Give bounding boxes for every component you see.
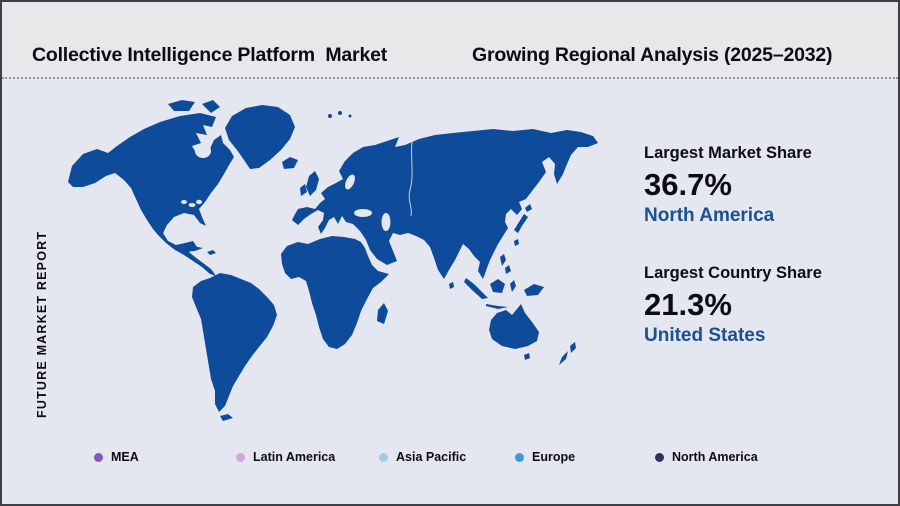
arctic-islands [168, 100, 220, 113]
new-guinea [524, 284, 544, 296]
world-map-svg [68, 100, 598, 421]
legend-dot [94, 452, 103, 462]
report-figure: Collective Intelligence Platform Market … [0, 0, 900, 506]
sulawesi [510, 280, 516, 292]
dotted-divider [2, 77, 898, 79]
australia [489, 304, 539, 349]
continent-south-america [192, 273, 277, 412]
page-subtitle: Growing Regional Analysis (2025–2032) [472, 44, 833, 66]
sri-lanka [449, 282, 454, 289]
svalbard [338, 111, 342, 115]
black-sea [354, 209, 372, 217]
java [486, 304, 508, 309]
iceland [282, 157, 298, 169]
stat-value: 36.7% [644, 167, 732, 202]
legend-item-latin-america: Latin America [236, 450, 335, 464]
borneo [490, 279, 505, 293]
legend-dot [515, 452, 524, 462]
caspian-sea [381, 213, 391, 231]
taiwan [514, 239, 519, 246]
great-lake [181, 200, 187, 204]
legend-label: MEA [111, 450, 139, 464]
legend-item-europe: Europe [515, 450, 575, 464]
legend-item-mea: MEA [94, 450, 139, 464]
sumatra [464, 278, 488, 299]
stat-label: Largest Country Share [644, 264, 822, 282]
svalbard [328, 114, 332, 118]
legend-label: Latin America [253, 450, 336, 464]
legend-dot [236, 452, 245, 462]
hudson-bay [195, 144, 211, 158]
legend-dot [379, 452, 388, 462]
stat-region: United States [644, 324, 766, 346]
stat-label: Largest Market Share [644, 144, 812, 162]
stat-value: 21.3% [644, 287, 732, 322]
new-zealand [559, 342, 576, 365]
ireland [300, 184, 307, 196]
greenland [225, 105, 295, 169]
united-kingdom [306, 171, 319, 196]
great-lake [196, 199, 202, 205]
world-map [62, 94, 622, 424]
svalbard [348, 114, 352, 118]
madagascar [377, 303, 388, 324]
stat-largest-country-share: Largest Country Share 21.3% United State… [644, 264, 894, 347]
page-title: Collective Intelligence Platform Market [32, 44, 388, 66]
legend-item-asia-pacific: Asia Pacific [379, 450, 466, 464]
philippines [500, 254, 511, 274]
legend-label: North America [672, 450, 758, 464]
legend-label: Asia Pacific [396, 450, 467, 464]
tasmania [524, 353, 530, 360]
stat-region: North America [644, 204, 775, 226]
legend-label: Europe [532, 450, 576, 464]
brand-watermark: FUTURE MARKET REPORT [35, 230, 49, 418]
legend-dot [655, 452, 664, 462]
tierra-del-fuego [220, 414, 233, 421]
hispaniola [207, 250, 216, 255]
great-lake [188, 203, 196, 207]
legend-item-north-america: North America [655, 450, 758, 464]
stat-largest-market-share: Largest Market Share 36.7% North America [644, 144, 894, 227]
